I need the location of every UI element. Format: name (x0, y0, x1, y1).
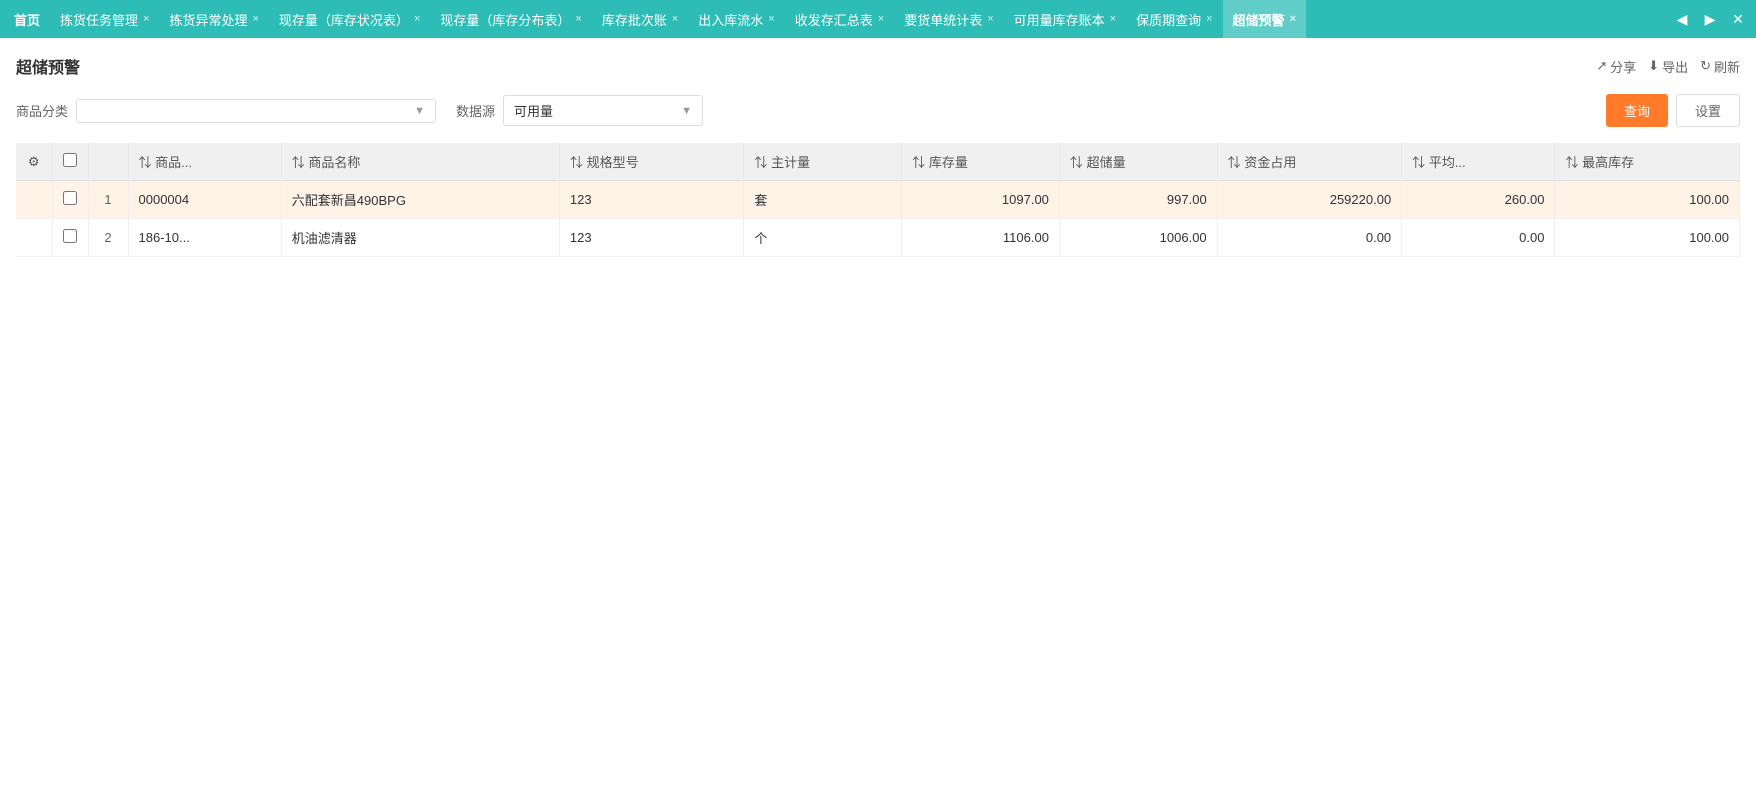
th-spec[interactable]: ⇅ 规格型号 (559, 143, 744, 181)
close-icon[interactable]: × (1110, 13, 1116, 25)
row-number: 1 (88, 181, 128, 219)
row-product-code: 0000004 (128, 181, 281, 219)
datasource-select[interactable]: 可用量 ▼ (503, 95, 703, 126)
row-checkbox-cell[interactable] (52, 181, 88, 219)
th-overstock[interactable]: ⇅ 超储量 (1059, 143, 1217, 181)
th-max-stock[interactable]: ⇅ 最高库存 (1555, 143, 1740, 181)
close-icon[interactable]: × (987, 13, 993, 25)
datasource-filter: 数据源 可用量 ▼ (456, 95, 703, 126)
th-settings[interactable]: ⚙ (16, 143, 52, 181)
chevron-down-icon: ▼ (414, 105, 425, 117)
query-button[interactable]: 查询 (1606, 94, 1668, 127)
nav-item-order-stats[interactable]: 要货单统计表 × (894, 0, 1003, 38)
datasource-label: 数据源 (456, 101, 495, 120)
close-icon[interactable]: × (672, 13, 678, 25)
nav-right-arrow[interactable]: ▶ (1696, 0, 1724, 38)
row-overstock: 1006.00 (1059, 219, 1217, 257)
row-checkbox-cell[interactable] (52, 219, 88, 257)
nav-item-available-account[interactable]: 可用量库存账本 × (1004, 0, 1126, 38)
nav-item-stock-dist[interactable]: 现存量（库存分布表） × (430, 0, 591, 38)
close-icon[interactable]: × (252, 13, 258, 25)
top-nav: 首页 拣货任务管理 × 拣货异常处理 × 现存量（库存状况表） × 现存量（库存… (0, 0, 1756, 38)
row-product-name: 六配套新昌490BPG (281, 181, 559, 219)
th-checkbox[interactable] (52, 143, 88, 181)
row-product-code: 186-10... (128, 219, 281, 257)
filter-buttons: 查询 设置 (1606, 94, 1740, 127)
share-icon: ↗ (1596, 58, 1607, 74)
row-unit: 套 (744, 181, 902, 219)
export-icon: ⬇ (1648, 58, 1659, 74)
settings-button[interactable]: 设置 (1676, 94, 1740, 127)
refresh-icon: ↻ (1700, 58, 1711, 74)
datasource-value: 可用量 (514, 101, 553, 120)
th-product-name[interactable]: ⇅ 商品名称 (281, 143, 559, 181)
category-label: 商品分类 (16, 101, 68, 120)
row-spec: 123 (559, 219, 744, 257)
th-number (88, 143, 128, 181)
row-checkbox[interactable] (63, 229, 77, 243)
close-icon[interactable]: × (878, 13, 884, 25)
th-avg[interactable]: ⇅ 平均... (1402, 143, 1555, 181)
nav-close-arrow[interactable]: ✕ (1724, 0, 1752, 38)
nav-item-stock-status[interactable]: 现存量（库存状况表） × (269, 0, 430, 38)
nav-item-abnormal[interactable]: 拣货异常处理 × (159, 0, 268, 38)
row-avg: 260.00 (1402, 181, 1555, 219)
refresh-button[interactable]: ↻ 刷新 (1700, 57, 1740, 76)
nav-item-in-out-flow[interactable]: 出入库流水 × (688, 0, 784, 38)
page-title: 超储预警 (16, 54, 80, 78)
nav-item-quality-check[interactable]: 保质期查询 × (1126, 0, 1222, 38)
row-avg: 0.00 (1402, 219, 1555, 257)
row-max-stock: 100.00 (1555, 181, 1740, 219)
nav-item-overstock-warning[interactable]: 超储预警 × (1223, 0, 1306, 38)
row-number: 2 (88, 219, 128, 257)
category-select[interactable]: ▼ (76, 99, 436, 123)
row-spec: 123 (559, 181, 744, 219)
row-settings-icon[interactable] (16, 219, 52, 257)
filter-bar: 商品分类 ▼ 数据源 可用量 ▼ 查询 设置 (16, 94, 1740, 127)
page-content: 超储预警 ↗ 分享 ⬇ 导出 ↻ 刷新 商品分类 ▼ 数据源 (0, 38, 1756, 800)
share-button[interactable]: ↗ 分享 (1596, 57, 1636, 76)
export-button[interactable]: ⬇ 导出 (1648, 57, 1688, 76)
row-overstock: 997.00 (1059, 181, 1217, 219)
close-icon[interactable]: × (143, 13, 149, 25)
table-row: 2 186-10... 机油滤清器 123 个 1106.00 1006.00 … (16, 219, 1740, 257)
data-table: ⚙ ⇅ 商品... ⇅ 商品名称 ⇅ 规格型号 (16, 143, 1740, 257)
row-capital: 0.00 (1217, 219, 1402, 257)
nav-item-batch-account[interactable]: 库存批次账 × (592, 0, 688, 38)
row-stock: 1097.00 (902, 181, 1060, 219)
th-capital[interactable]: ⇅ 资金占用 (1217, 143, 1402, 181)
th-unit[interactable]: ⇅ 主计量 (744, 143, 902, 181)
nav-arrows: ◀ ▶ ✕ (1668, 0, 1752, 38)
close-icon[interactable]: × (575, 13, 581, 25)
nav-left-arrow[interactable]: ◀ (1668, 0, 1696, 38)
close-icon[interactable]: × (414, 13, 420, 25)
th-product-code[interactable]: ⇅ 商品... (128, 143, 281, 181)
close-icon[interactable]: × (1290, 13, 1296, 25)
settings-icon: ⚙ (28, 154, 40, 169)
chevron-down-icon: ▼ (681, 105, 692, 117)
page-actions: ↗ 分享 ⬇ 导出 ↻ 刷新 (1596, 57, 1740, 76)
row-unit: 个 (744, 219, 902, 257)
nav-item-home[interactable]: 首页 (4, 0, 50, 38)
nav-item-task-mgmt[interactable]: 拣货任务管理 × (50, 0, 159, 38)
nav-item-collect-summary[interactable]: 收发存汇总表 × (785, 0, 894, 38)
row-stock: 1106.00 (902, 219, 1060, 257)
category-filter: 商品分类 ▼ (16, 99, 436, 123)
row-product-name: 机油滤清器 (281, 219, 559, 257)
row-capital: 259220.00 (1217, 181, 1402, 219)
table-row: 1 0000004 六配套新昌490BPG 123 套 1097.00 997.… (16, 181, 1740, 219)
select-all-checkbox[interactable] (63, 153, 77, 167)
row-max-stock: 100.00 (1555, 219, 1740, 257)
th-stock[interactable]: ⇅ 库存量 (902, 143, 1060, 181)
row-checkbox[interactable] (63, 191, 77, 205)
close-icon[interactable]: × (1206, 13, 1212, 25)
page-header: 超储预警 ↗ 分享 ⬇ 导出 ↻ 刷新 (16, 54, 1740, 78)
close-icon[interactable]: × (768, 13, 774, 25)
row-settings-icon[interactable] (16, 181, 52, 219)
table-header-row: ⚙ ⇅ 商品... ⇅ 商品名称 ⇅ 规格型号 (16, 143, 1740, 181)
